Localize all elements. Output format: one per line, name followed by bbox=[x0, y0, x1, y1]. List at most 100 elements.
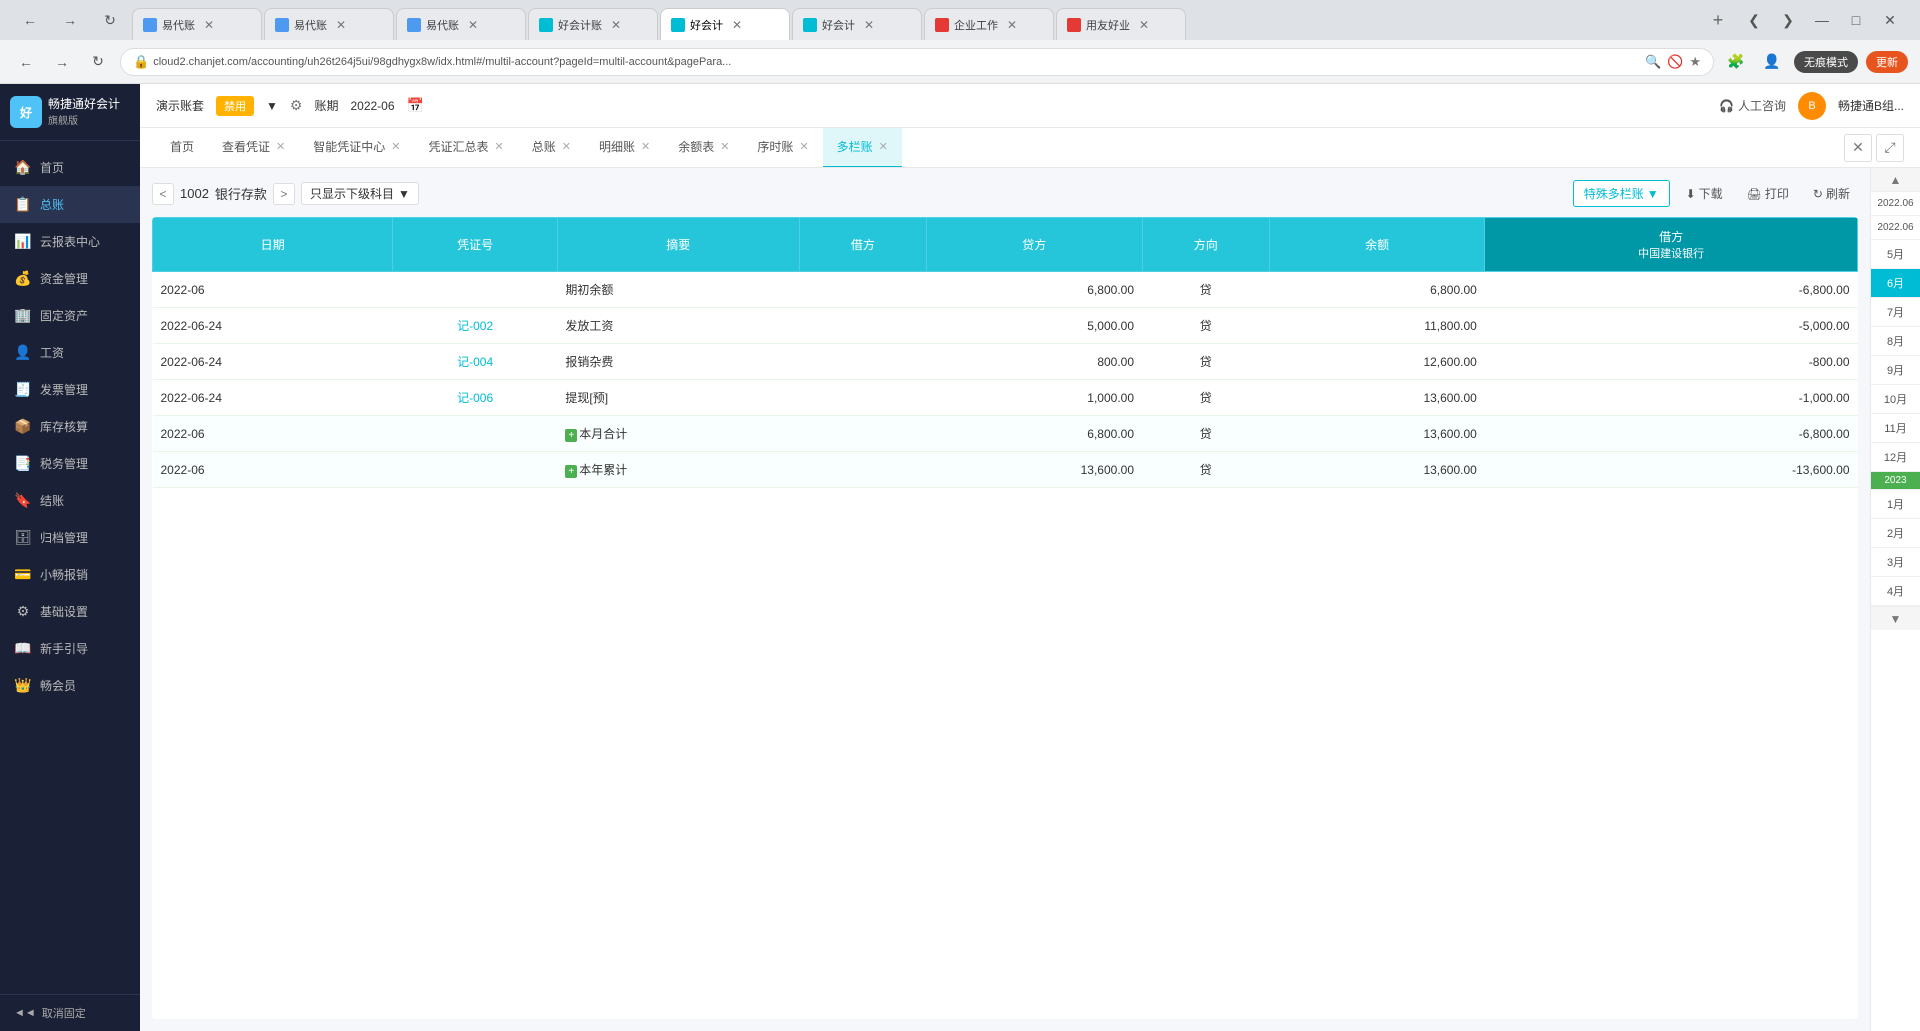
page-tab-close-icon[interactable]: ✕ bbox=[879, 140, 888, 153]
sidebar-item-13[interactable]: 📖新手引导 bbox=[0, 630, 140, 667]
voucher-link[interactable]: 记-004 bbox=[457, 355, 493, 369]
page-tab-close-icon[interactable]: ✕ bbox=[276, 140, 285, 153]
demo-dropdown[interactable]: ▼ bbox=[266, 99, 278, 113]
tab-scroll-right[interactable]: ❯ bbox=[1774, 6, 1802, 34]
browser-tab-3[interactable]: 易代账✕ bbox=[396, 8, 526, 40]
month-nav-down[interactable]: ▼ bbox=[1871, 606, 1920, 630]
voucher-link[interactable]: 记-002 bbox=[457, 319, 493, 333]
sidebar-item-5[interactable]: 👤工资 bbox=[0, 334, 140, 371]
sidebar-item-9[interactable]: 🔖结账 bbox=[0, 482, 140, 519]
month-nav-up[interactable]: ▲ bbox=[1871, 168, 1920, 192]
addr-reload[interactable]: ↻ bbox=[84, 48, 112, 76]
sidebar-item-4[interactable]: 🏢固定资产 bbox=[0, 297, 140, 334]
page-tab-close-icon[interactable]: ✕ bbox=[495, 140, 504, 153]
close-tab-icon[interactable]: ✕ bbox=[1844, 134, 1872, 162]
subject-filter-dropdown[interactable]: 只显示下级科目 ▼ bbox=[301, 182, 419, 205]
month-nav-12[interactable]: 12月 bbox=[1871, 443, 1920, 472]
service-button[interactable]: 🎧 人工咨询 bbox=[1719, 97, 1786, 114]
expand-tab-icon[interactable]: ⤢ bbox=[1876, 134, 1904, 162]
tab-close-icon[interactable]: ✕ bbox=[864, 18, 874, 32]
refresh-button[interactable]: ↻ 刷新 bbox=[1805, 181, 1858, 206]
page-tab-1[interactable]: 查看凭证✕ bbox=[208, 128, 299, 168]
tab-close-icon[interactable]: ✕ bbox=[611, 18, 621, 32]
sidebar-item-8[interactable]: 📑税务管理 bbox=[0, 445, 140, 482]
sidebar-item-0[interactable]: 🏠首页 bbox=[0, 149, 140, 186]
month-nav-2023-3[interactable]: 3月 bbox=[1871, 548, 1920, 577]
tab-close-icon[interactable]: ✕ bbox=[1139, 18, 1149, 32]
addr-back[interactable]: ← bbox=[12, 48, 40, 76]
page-tab-5[interactable]: 明细账✕ bbox=[585, 128, 664, 168]
cell-voucher[interactable]: 记-002 bbox=[393, 308, 558, 344]
month-nav-8[interactable]: 8月 bbox=[1871, 327, 1920, 356]
browser-tab-2[interactable]: 易代账✕ bbox=[264, 8, 394, 40]
extensions-icon[interactable]: 🧩 bbox=[1722, 48, 1750, 76]
voucher-link[interactable]: 记-006 bbox=[457, 391, 493, 405]
address-bar[interactable]: 🔒 cloud2.chanjet.com/accounting/uh26t264… bbox=[120, 48, 1714, 76]
back-button[interactable]: ← bbox=[16, 6, 44, 34]
tab-close-icon[interactable]: ✕ bbox=[468, 18, 478, 32]
page-tab-2[interactable]: 智能凭证中心✕ bbox=[299, 128, 414, 168]
browser-tab-5[interactable]: 好会计✕ bbox=[660, 8, 790, 40]
addr-forward[interactable]: → bbox=[48, 48, 76, 76]
browser-tab-4[interactable]: 好会计账✕ bbox=[528, 8, 658, 40]
browser-tab-8[interactable]: 用友好业✕ bbox=[1056, 8, 1186, 40]
download-button[interactable]: ⬇ 下载 bbox=[1678, 181, 1731, 206]
tab-close-icon[interactable]: ✕ bbox=[204, 18, 214, 32]
tab-close-icon[interactable]: ✕ bbox=[1007, 18, 1017, 32]
page-tab-3[interactable]: 凭证汇总表✕ bbox=[414, 128, 517, 168]
sidebar-item-6[interactable]: 🧾发票管理 bbox=[0, 371, 140, 408]
close-window-button[interactable]: ✕ bbox=[1876, 6, 1904, 34]
page-tab-close-icon[interactable]: ✕ bbox=[641, 140, 650, 153]
page-tab-close-icon[interactable]: ✕ bbox=[720, 140, 729, 153]
tab-close-icon[interactable]: ✕ bbox=[732, 18, 742, 32]
browser-tab-1[interactable]: 易代账✕ bbox=[132, 8, 262, 40]
month-nav-2023-1[interactable]: 1月 bbox=[1871, 490, 1920, 519]
month-nav-6[interactable]: 6月 bbox=[1871, 269, 1920, 298]
next-account-button[interactable]: > bbox=[273, 183, 295, 205]
no-trace-button[interactable]: 无痕模式 bbox=[1794, 51, 1858, 73]
page-tab-0[interactable]: 首页 bbox=[156, 128, 208, 168]
prev-account-button[interactable]: < bbox=[152, 183, 174, 205]
forward-button[interactable]: → bbox=[56, 6, 84, 34]
page-tab-4[interactable]: 总账✕ bbox=[518, 128, 585, 168]
sidebar-item-2[interactable]: 📊云报表中心 bbox=[0, 223, 140, 260]
sidebar-item-7[interactable]: 📦库存核算 bbox=[0, 408, 140, 445]
sidebar-item-1[interactable]: 📋总账 bbox=[0, 186, 140, 223]
tab-scroll-left[interactable]: ❮ bbox=[1740, 6, 1768, 34]
profile-icon[interactable]: 👤 bbox=[1758, 48, 1786, 76]
page-tab-close-icon[interactable]: ✕ bbox=[562, 140, 571, 153]
cell-voucher[interactable]: 记-004 bbox=[393, 344, 558, 380]
maximize-button[interactable]: □ bbox=[1842, 6, 1870, 34]
star-icon[interactable]: ★ bbox=[1689, 54, 1701, 70]
sidebar-item-12[interactable]: ⚙基础设置 bbox=[0, 593, 140, 630]
sidebar-item-11[interactable]: 💳小畅报销 bbox=[0, 556, 140, 593]
page-tab-7[interactable]: 序时账✕ bbox=[743, 128, 822, 168]
search-icon[interactable]: 🔍 bbox=[1645, 54, 1661, 70]
minimize-button[interactable]: — bbox=[1808, 6, 1836, 34]
month-nav-2023-2[interactable]: 2月 bbox=[1871, 519, 1920, 548]
sidebar-item-10[interactable]: 🗄归档管理 bbox=[0, 519, 140, 556]
pin-button[interactable]: ◄◄ 取消固定 bbox=[14, 1005, 126, 1021]
sidebar-item-14[interactable]: 👑畅会员 bbox=[0, 667, 140, 704]
sidebar-item-3[interactable]: 💰资金管理 bbox=[0, 260, 140, 297]
cell-voucher[interactable]: 记-006 bbox=[393, 380, 558, 416]
settings-icon[interactable]: ⚙ bbox=[290, 97, 303, 114]
month-nav-date-2[interactable]: 2022.06 bbox=[1871, 216, 1920, 240]
reload-button[interactable]: ↻ bbox=[96, 6, 124, 34]
page-tab-close-icon[interactable]: ✕ bbox=[799, 140, 808, 153]
page-tab-close-icon[interactable]: ✕ bbox=[391, 140, 400, 153]
print-button[interactable]: 🖨 打印 bbox=[1739, 181, 1797, 206]
multi-col-button[interactable]: 特殊多栏账 ▼ bbox=[1573, 180, 1670, 207]
month-nav-9[interactable]: 9月 bbox=[1871, 356, 1920, 385]
month-nav-11[interactable]: 11月 bbox=[1871, 414, 1920, 443]
no-monitor-icon[interactable]: 🚫 bbox=[1667, 54, 1683, 70]
tab-close-icon[interactable]: ✕ bbox=[336, 18, 346, 32]
month-nav-2023-4[interactable]: 4月 bbox=[1871, 577, 1920, 606]
calendar-icon[interactable]: 📅 bbox=[407, 97, 424, 114]
month-nav-5[interactable]: 5月 bbox=[1871, 240, 1920, 269]
page-tab-6[interactable]: 余额表✕ bbox=[664, 128, 743, 168]
month-nav-10[interactable]: 10月 bbox=[1871, 385, 1920, 414]
month-nav-date-1[interactable]: 2022.06 bbox=[1871, 192, 1920, 216]
page-tab-8[interactable]: 多栏账✕ bbox=[823, 128, 902, 168]
browser-tab-7[interactable]: 企业工作✕ bbox=[924, 8, 1054, 40]
